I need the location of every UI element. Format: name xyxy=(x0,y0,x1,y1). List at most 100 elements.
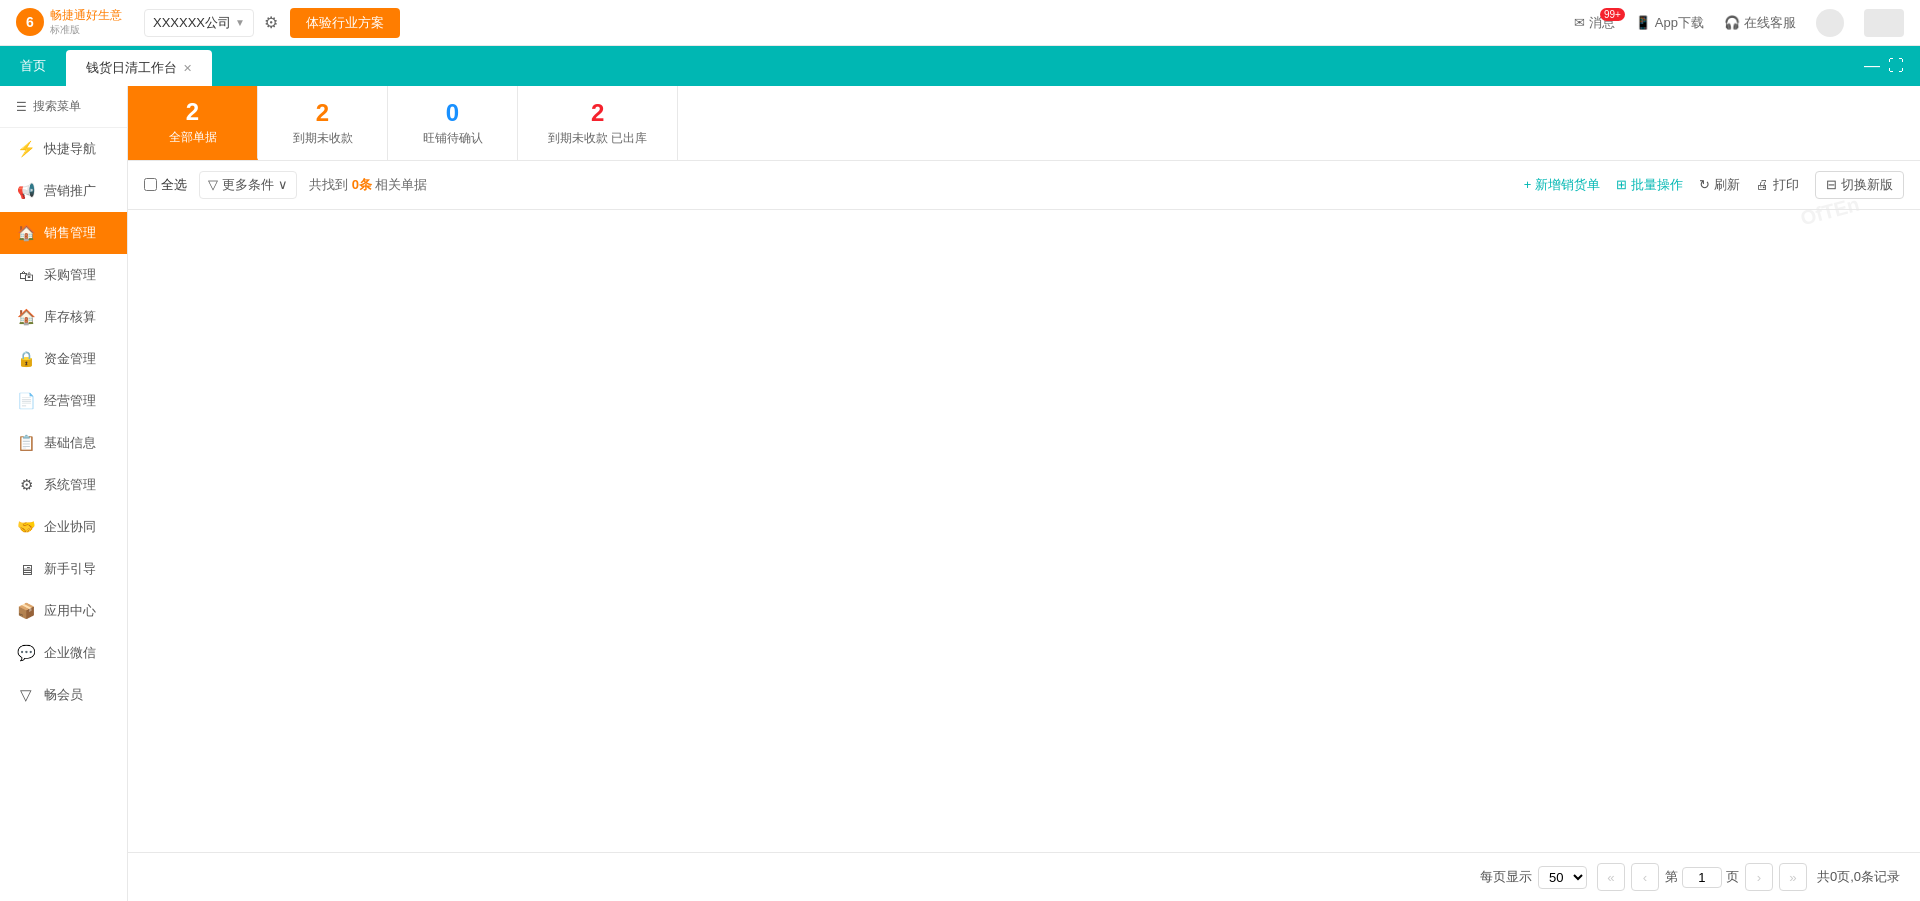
sidebar-item-wechat[interactable]: 💬 企业微信 xyxy=(0,632,127,674)
stat-tab-shipped[interactable]: 2 到期未收款 已出库 xyxy=(518,86,678,160)
page-size-selector: 每页显示 50 xyxy=(1480,866,1587,889)
tab-work-table[interactable]: 钱货日清工作台 ✕ xyxy=(66,50,212,86)
sales-icon: 🏠 xyxy=(16,224,36,242)
main-layout: ☰ 搜索菜单 ⚡ 快捷导航 📢 营销推广 🏠 销售管理 🛍 采购管理 🏠 库存核… xyxy=(0,86,1920,901)
sidebar-item-member[interactable]: ▽ 畅会员 xyxy=(0,674,127,716)
tab-work-table-label: 钱货日清工作台 xyxy=(86,59,177,77)
tab-close-icon[interactable]: ✕ xyxy=(183,62,192,75)
search-icon: ☰ xyxy=(16,100,27,114)
select-all-input[interactable] xyxy=(144,178,157,191)
marketing-icon: 📢 xyxy=(16,182,36,200)
switch-icon: ⊟ xyxy=(1826,177,1837,192)
next-page-button[interactable]: › xyxy=(1745,863,1773,891)
table-area: OfTEn xyxy=(128,210,1920,852)
add-sale-button[interactable]: + 新增销货单 xyxy=(1524,176,1600,194)
service-icon: 🎧 xyxy=(1724,15,1740,30)
sidebar-item-purchase[interactable]: 🛍 采购管理 xyxy=(0,254,127,296)
sidebar-item-basic-info[interactable]: 📋 基础信息 xyxy=(0,422,127,464)
business-icon: 📄 xyxy=(16,392,36,410)
stat-num-shipped: 2 xyxy=(591,99,604,128)
trial-button[interactable]: 体验行业方案 xyxy=(290,8,400,38)
company-selector[interactable]: XXXXXX公司 ▼ xyxy=(144,9,254,37)
sidebar-item-inventory[interactable]: 🏠 库存核算 xyxy=(0,296,127,338)
switch-version-button[interactable]: ⊟ 切换新版 xyxy=(1815,171,1904,199)
batch-operation-button[interactable]: ⊞ 批量操作 xyxy=(1616,176,1683,194)
quick-nav-icon: ⚡ xyxy=(16,140,36,158)
tab-maximize-icon[interactable]: ⛶ xyxy=(1888,57,1904,75)
toolbar-right: + 新增销货单 ⊞ 批量操作 ↻ 刷新 🖨 打印 ⊟ 切换新版 xyxy=(1524,171,1904,199)
company-name: XXXXXX公司 xyxy=(153,14,231,32)
wechat-icon: 💬 xyxy=(16,644,36,662)
stat-tab-wangpu[interactable]: 0 旺铺待确认 xyxy=(388,86,518,160)
tab-bar-actions: — ⛶ xyxy=(1864,57,1920,75)
refresh-button[interactable]: ↻ 刷新 xyxy=(1699,176,1740,194)
page-navigation: « ‹ 第 页 › » xyxy=(1597,863,1807,891)
tab-home[interactable]: 首页 xyxy=(0,46,66,86)
filter-button[interactable]: ▽ 更多条件 ∨ xyxy=(199,171,297,199)
last-page-button[interactable]: » xyxy=(1779,863,1807,891)
prev-page-icon: ‹ xyxy=(1643,870,1647,885)
stat-num-all: 2 xyxy=(186,98,199,127)
top-header: 6 畅捷通好生意 标准版 XXXXXX公司 ▼ ⚙ 体验行业方案 ✉ 消息 99… xyxy=(0,0,1920,46)
stat-label-all: 全部单据 xyxy=(169,129,217,146)
sidebar-item-app-center[interactable]: 📦 应用中心 xyxy=(0,590,127,632)
sidebar: ☰ 搜索菜单 ⚡ 快捷导航 📢 营销推广 🏠 销售管理 🛍 采购管理 🏠 库存核… xyxy=(0,86,128,901)
guide-icon: 🖥 xyxy=(16,561,36,578)
print-icon: 🖨 xyxy=(1756,177,1769,192)
prev-page-button[interactable]: ‹ xyxy=(1631,863,1659,891)
header-right: ✉ 消息 99+ 📱 App下载 🎧 在线客服 xyxy=(1574,9,1904,37)
logo-sub: 标准版 xyxy=(50,23,122,37)
page-number-input[interactable] xyxy=(1682,867,1722,888)
inventory-icon: 🏠 xyxy=(16,308,36,326)
logo-area: 6 畅捷通好生意 标准版 xyxy=(16,8,144,36)
stat-label-wangpu: 旺铺待确认 xyxy=(423,130,483,147)
sidebar-item-finance[interactable]: 🔒 资金管理 xyxy=(0,338,127,380)
select-all-checkbox[interactable]: 全选 xyxy=(144,176,187,194)
refresh-icon: ↻ xyxy=(1699,177,1710,192)
toolbar-left: 全选 ▽ 更多条件 ∨ 共找到 0条 相关单据 xyxy=(144,171,427,199)
tab-home-label: 首页 xyxy=(20,57,46,75)
batch-icon: ⊞ xyxy=(1616,177,1627,192)
last-page-icon: » xyxy=(1789,870,1796,885)
tab-bar: 首页 钱货日清工作台 ✕ — ⛶ xyxy=(0,46,1920,86)
content-area: 2 全部单据 2 到期未收款 0 旺铺待确认 2 到期未收款 已出库 全选 xyxy=(128,86,1920,901)
finance-icon: 🔒 xyxy=(16,350,36,368)
system-icon: ⚙ xyxy=(16,476,36,494)
app-center-icon: 📦 xyxy=(16,602,36,620)
sidebar-item-enterprise[interactable]: 🤝 企业协同 xyxy=(0,506,127,548)
found-text: 共找到 0条 相关单据 xyxy=(309,176,427,194)
app-download-button[interactable]: 📱 App下载 xyxy=(1635,14,1704,32)
stat-label-overdue: 到期未收款 xyxy=(293,130,353,147)
page-input-area: 第 页 xyxy=(1665,867,1739,888)
purchase-icon: 🛍 xyxy=(16,267,36,284)
first-page-button[interactable]: « xyxy=(1597,863,1625,891)
sidebar-item-quick-nav[interactable]: ⚡ 快捷导航 xyxy=(0,128,127,170)
toolbar: 全选 ▽ 更多条件 ∨ 共找到 0条 相关单据 + 新增销货单 ⊞ 批量操作 xyxy=(128,161,1920,210)
per-page-select[interactable]: 50 xyxy=(1538,866,1587,889)
print-button[interactable]: 🖨 打印 xyxy=(1756,176,1799,194)
avatar[interactable] xyxy=(1816,9,1844,37)
stat-num-wangpu: 0 xyxy=(446,99,459,128)
page-label: 第 xyxy=(1665,868,1678,886)
chevron-down-icon: ▼ xyxy=(235,17,245,28)
message-badge: 99+ xyxy=(1600,8,1625,21)
message-button[interactable]: ✉ 消息 99+ xyxy=(1574,14,1615,32)
filter-icon: ▽ xyxy=(208,177,218,192)
search-menu-button[interactable]: ☰ 搜索菜单 xyxy=(0,86,127,128)
first-page-icon: « xyxy=(1607,870,1614,885)
sidebar-item-guide[interactable]: 🖥 新手引导 xyxy=(0,548,127,590)
stat-label-shipped: 到期未收款 已出库 xyxy=(548,130,647,147)
watermark: OfTEn xyxy=(1798,210,1862,231)
stat-tab-overdue[interactable]: 2 到期未收款 xyxy=(258,86,388,160)
sidebar-item-system[interactable]: ⚙ 系统管理 xyxy=(0,464,127,506)
stat-tab-all[interactable]: 2 全部单据 xyxy=(128,86,258,160)
online-service-button[interactable]: 🎧 在线客服 xyxy=(1724,14,1796,32)
search-menu-label: 搜索菜单 xyxy=(33,98,81,115)
tab-minimize-icon[interactable]: — xyxy=(1864,57,1880,75)
sidebar-item-marketing[interactable]: 📢 营销推广 xyxy=(0,170,127,212)
page-suffix: 页 xyxy=(1726,868,1739,886)
user-menu[interactable] xyxy=(1864,9,1904,37)
settings-icon[interactable]: ⚙ xyxy=(264,13,278,32)
sidebar-item-sales[interactable]: 🏠 销售管理 xyxy=(0,212,127,254)
sidebar-item-business[interactable]: 📄 经营管理 xyxy=(0,380,127,422)
